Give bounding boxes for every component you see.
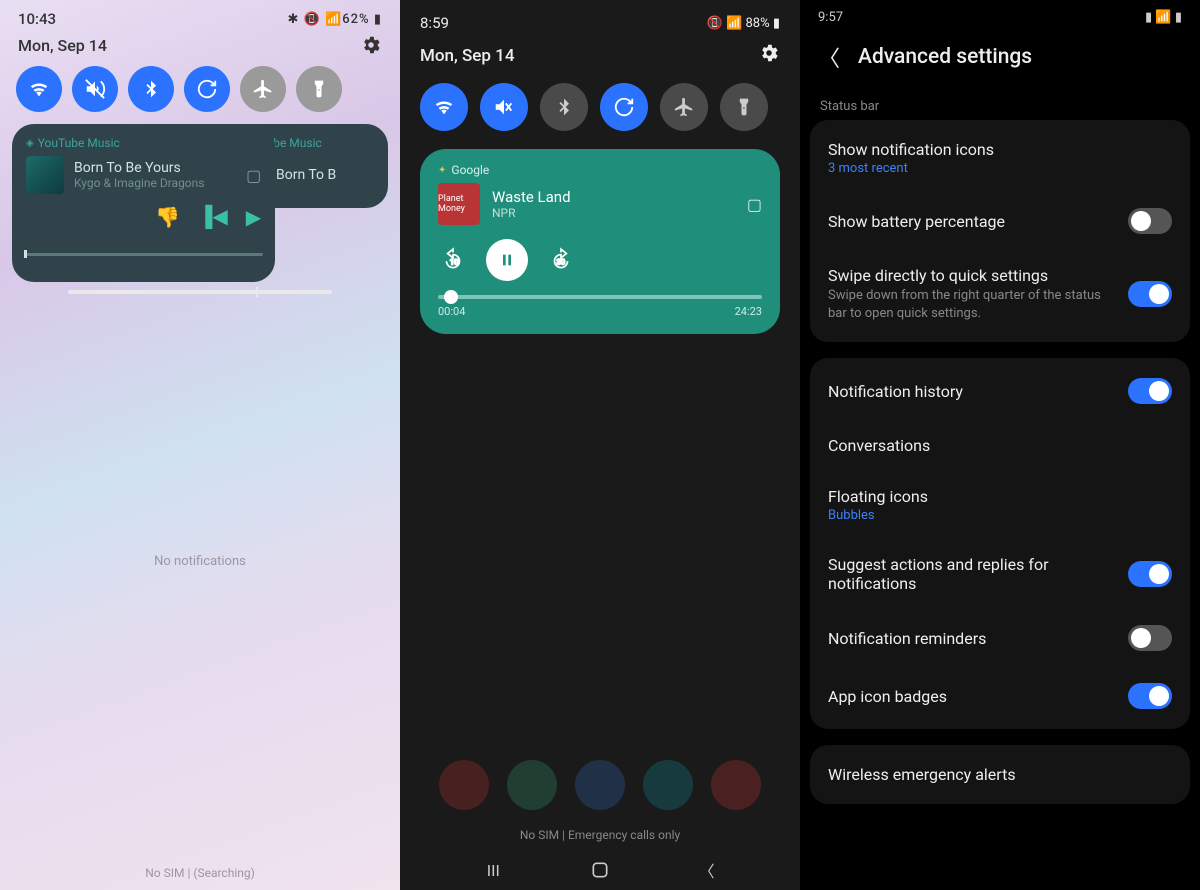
svg-text:10: 10 xyxy=(450,257,459,266)
toggle-notification-history[interactable] xyxy=(1128,378,1172,404)
phone-light-shade: 10:43 ✱ 📵 📶62% ▮ Mon, Sep 14 YouTube Mus… xyxy=(0,0,400,890)
progress-knob[interactable] xyxy=(444,290,458,304)
time-row: 00:04 24:23 xyxy=(438,305,762,318)
row-suggest-actions[interactable]: Suggest actions and replies for notifica… xyxy=(810,539,1190,609)
row-wireless-emergency-alerts[interactable]: Wireless emergency alerts xyxy=(810,749,1190,800)
phone-dark-shade: 8:59 📵 📶 88% ▮ Mon, Sep 14 Google Planet… xyxy=(400,0,800,890)
pause-button[interactable] xyxy=(486,239,528,281)
qs-bluetooth[interactable] xyxy=(540,83,588,131)
app-icon xyxy=(507,760,557,810)
clock: 9:57 xyxy=(818,10,843,25)
status-bar: 9:57 ▮ 📶 ▮ xyxy=(800,0,1200,31)
svg-text:30: 30 xyxy=(557,257,566,266)
row-app-icon-badges[interactable]: App icon badges xyxy=(810,667,1190,725)
row-swipe-quick-settings[interactable]: Swipe directly to quick settings Swipe d… xyxy=(810,250,1190,338)
podcast-art-icon: Planet Money xyxy=(438,183,480,225)
no-notifications-label: No notifications xyxy=(0,554,400,569)
media-app-label: YouTube Music xyxy=(26,136,261,150)
date-label: Mon, Sep 14 xyxy=(18,36,107,55)
quick-settings-row xyxy=(0,66,400,124)
elapsed-time: 00:04 xyxy=(438,305,465,318)
quick-settings-row xyxy=(400,83,800,149)
home-apps-blurred xyxy=(400,760,800,810)
row-notification-history[interactable]: Notification history xyxy=(810,362,1190,420)
row-notification-reminders[interactable]: Notification reminders xyxy=(810,609,1190,667)
back-icon[interactable]: 〈 xyxy=(818,41,840,73)
row-show-battery-percentage[interactable]: Show battery percentage xyxy=(810,192,1190,250)
clock: 10:43 xyxy=(18,10,56,28)
progress-bar[interactable] xyxy=(438,295,762,299)
clock: 8:59 xyxy=(420,14,449,32)
duration-time: 24:23 xyxy=(735,305,762,318)
media-card[interactable]: Google Planet Money Waste Land NPR ▢ 10 … xyxy=(420,149,780,334)
track-artist: Kygo & Imagine Dragons xyxy=(74,176,204,190)
qs-flashlight[interactable] xyxy=(296,66,342,112)
shade-handle[interactable] xyxy=(68,290,331,294)
status-bar: 8:59 📵 📶 88% ▮ xyxy=(400,0,800,36)
row-conversations[interactable]: Conversations xyxy=(810,420,1190,471)
media-carousel: YouTube Music Born To B YouTube Music Bo… xyxy=(0,124,400,294)
track-title: Waste Land xyxy=(492,188,571,206)
nav-bar: III 〈 xyxy=(400,858,800,882)
qs-rotate[interactable] xyxy=(184,66,230,112)
qs-wifi[interactable] xyxy=(16,66,62,112)
qs-mute[interactable] xyxy=(72,66,118,112)
toggle-battery-percentage[interactable] xyxy=(1128,208,1172,234)
media-controls: 👎 ▐◀ ▶ xyxy=(26,204,261,229)
date-row: Mon, Sep 14 xyxy=(0,30,400,66)
toggle-swipe-quick-settings[interactable] xyxy=(1128,281,1172,307)
track-title: Born To B xyxy=(276,167,336,183)
status-icons: 📵 📶 88% ▮ xyxy=(707,16,780,31)
sim-status-label: No SIM | (Searching) xyxy=(0,866,400,880)
thumbs-down-icon[interactable]: 👎 xyxy=(155,205,180,229)
track-subtitle: NPR xyxy=(492,206,571,220)
album-art-icon xyxy=(26,156,64,194)
sim-status-label: No SIM | Emergency calls only xyxy=(400,828,800,842)
media-controls: 10 30 xyxy=(438,239,762,281)
settings-group-notifications: Notification history Conversations Float… xyxy=(810,358,1190,729)
home-button[interactable] xyxy=(588,858,612,882)
recents-button[interactable]: III xyxy=(481,858,505,882)
app-icon xyxy=(575,760,625,810)
qs-wifi[interactable] xyxy=(420,83,468,131)
settings-group-emergency: Wireless emergency alerts xyxy=(810,745,1190,804)
forward-30-icon[interactable]: 30 xyxy=(546,245,576,275)
cast-device-icon[interactable]: ▢ xyxy=(747,195,762,214)
progress-bar[interactable] xyxy=(24,253,263,256)
app-icon xyxy=(643,760,693,810)
qs-airplane[interactable] xyxy=(660,83,708,131)
cast-device-icon[interactable]: ▢ xyxy=(246,166,261,185)
app-icon xyxy=(439,760,489,810)
section-label: Status bar xyxy=(800,91,1200,120)
phone-settings: 9:57 ▮ 📶 ▮ 〈 Advanced settings Status ba… xyxy=(800,0,1200,890)
previous-track-icon[interactable]: ▐◀ xyxy=(198,204,228,229)
qs-mute[interactable] xyxy=(480,83,528,131)
toggle-notification-reminders[interactable] xyxy=(1128,625,1172,651)
settings-group-statusbar: Show notification icons 3 most recent Sh… xyxy=(810,120,1190,342)
rewind-10-icon[interactable]: 10 xyxy=(438,245,468,275)
back-button[interactable]: 〈 xyxy=(695,858,719,882)
status-bar: 10:43 ✱ 📵 📶62% ▮ xyxy=(0,0,400,30)
page-title: Advanced settings xyxy=(858,45,1032,69)
qs-airplane[interactable] xyxy=(240,66,286,112)
settings-gear-icon[interactable] xyxy=(758,42,780,69)
track-title: Born To Be Yours xyxy=(74,160,204,176)
toggle-suggest-actions[interactable] xyxy=(1128,561,1172,587)
row-floating-icons[interactable]: Floating icons Bubbles xyxy=(810,471,1190,539)
play-icon[interactable]: ▶ xyxy=(246,205,261,229)
date-row: Mon, Sep 14 xyxy=(400,36,800,83)
media-app-label: Google xyxy=(438,163,762,177)
media-card-primary[interactable]: YouTube Music Born To Be Yours Kygo & Im… xyxy=(12,124,275,282)
date-label: Mon, Sep 14 xyxy=(420,46,515,66)
app-icon xyxy=(711,760,761,810)
settings-gear-icon[interactable] xyxy=(360,34,382,56)
settings-header: 〈 Advanced settings xyxy=(800,31,1200,91)
qs-rotate[interactable] xyxy=(600,83,648,131)
status-icons: ✱ 📵 📶62% ▮ xyxy=(288,12,382,27)
row-show-notification-icons[interactable]: Show notification icons 3 most recent xyxy=(810,124,1190,192)
toggle-app-icon-badges[interactable] xyxy=(1128,683,1172,709)
status-icons: ▮ 📶 ▮ xyxy=(1145,10,1182,25)
qs-bluetooth[interactable] xyxy=(128,66,174,112)
qs-flashlight[interactable] xyxy=(720,83,768,131)
